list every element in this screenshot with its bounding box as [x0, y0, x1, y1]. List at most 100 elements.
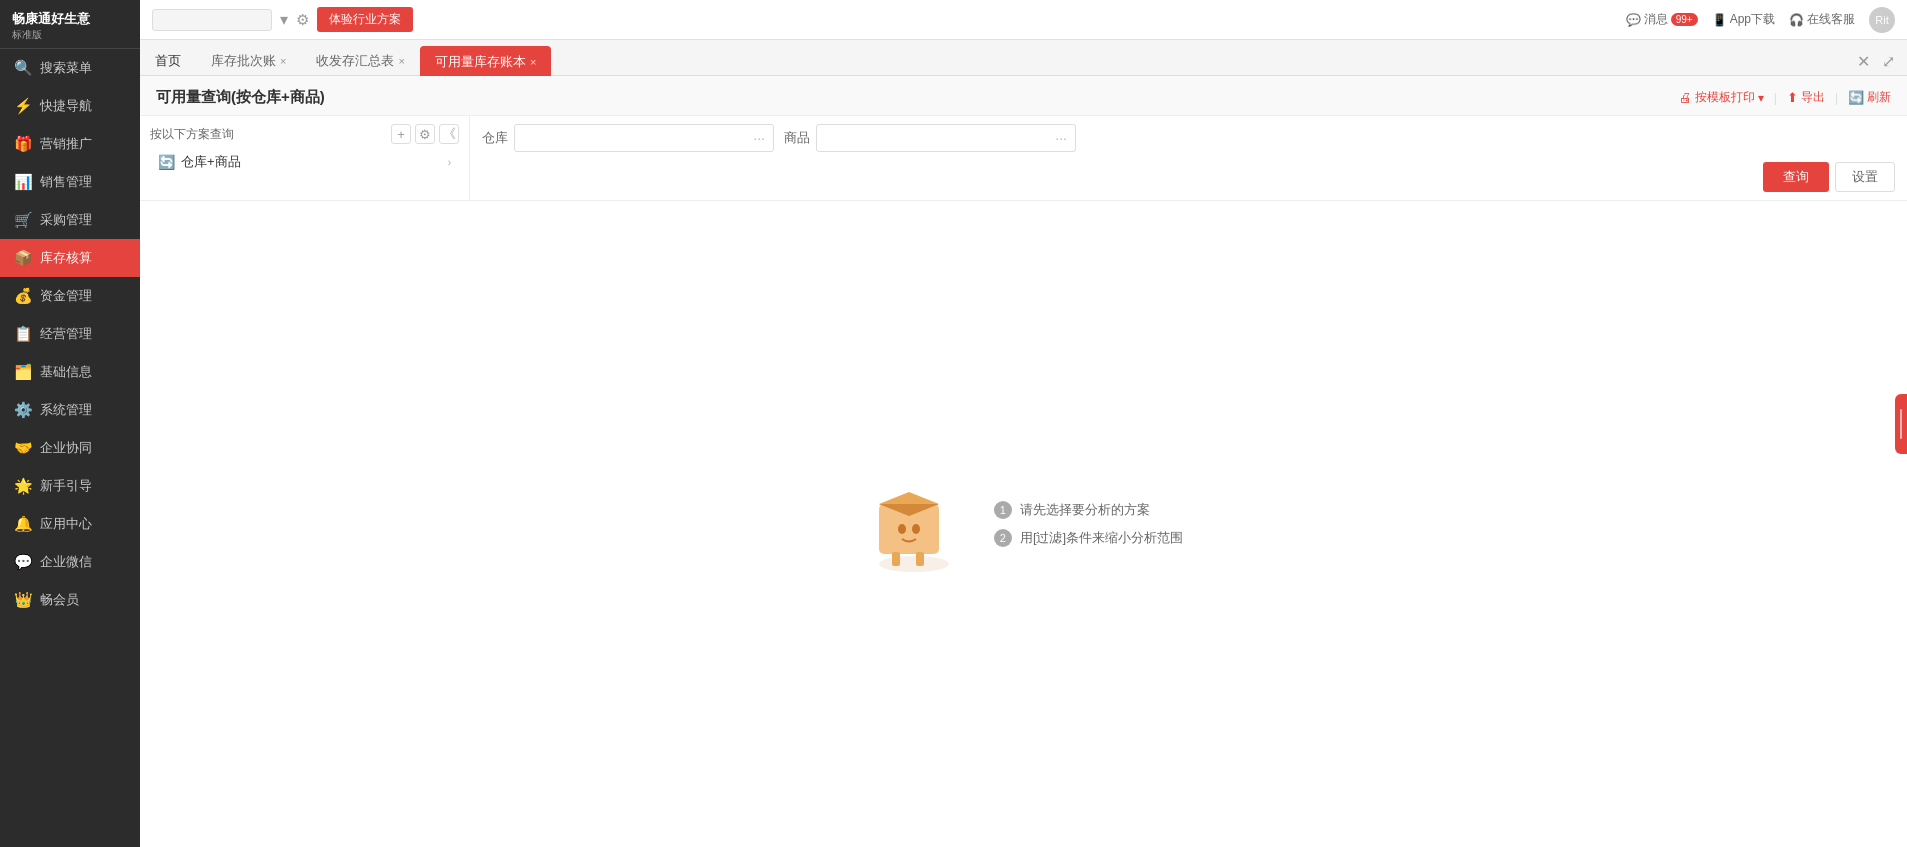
message-badge: 99+ — [1671, 13, 1698, 26]
tab-inventory-summary[interactable]: 收发存汇总表 × — [301, 45, 419, 75]
tab-available-ledger[interactable]: 可用量库存账本 × — [420, 46, 551, 76]
face-eye-left — [898, 524, 906, 534]
close-inventory-summary-icon[interactable]: × — [398, 55, 404, 67]
close-batch-account-icon[interactable]: × — [280, 55, 286, 67]
sidebar: 畅康通好生意 标准版 🔍搜索菜单⚡快捷导航🎁营销推广📊销售管理🛒采购管理📦库存核… — [0, 0, 140, 847]
setting-btn[interactable]: 设置 — [1835, 162, 1895, 192]
sidebar-label-shortcut: 快捷导航 — [40, 97, 92, 115]
export-btn[interactable]: ⬆ 导出 — [1787, 89, 1825, 106]
sidebar-label-member: 畅会员 — [40, 591, 79, 609]
collapse-scheme-btn[interactable]: 《 — [439, 124, 459, 144]
sidebar-item-finance[interactable]: 💰资金管理 — [0, 277, 140, 315]
tab-bar: 首页 库存批次账 × 收发存汇总表 × 可用量库存账本 × ✕ ⤢ — [140, 40, 1907, 76]
filter-scheme-panel: 按以下方案查询 + ⚙ 《 🔄 仓库+商品 › — [140, 116, 470, 200]
sidebar-icon-purchase: 🛒 — [14, 211, 32, 229]
content-header: 可用量查询(按仓库+商品) 🖨 按模板打印 ▾ | ⬆ 导出 | 🔄 刷新 — [140, 76, 1907, 116]
tab-batch-account[interactable]: 库存批次账 × — [196, 45, 301, 75]
sidebar-label-basics: 基础信息 — [40, 363, 92, 381]
sidebar-item-cooperation[interactable]: 🤝企业协同 — [0, 429, 140, 467]
close-available-ledger-icon[interactable]: × — [530, 56, 536, 68]
scheme-item-warehouse-product[interactable]: 🔄 仓库+商品 › — [150, 148, 459, 176]
sidebar-icon-guide: 🌟 — [14, 477, 32, 495]
industry-btn[interactable]: 体验行业方案 — [317, 7, 413, 32]
filter-action-btns: 查询 设置 — [1763, 162, 1895, 192]
main-area: ▾ ⚙ 体验行业方案 💬 消息 99+ 📱 App下载 🎧 在线客服 Rit 首… — [140, 0, 1907, 847]
print-btn[interactable]: 🖨 按模板打印 ▾ — [1679, 89, 1764, 106]
product-input[interactable]: ··· — [816, 124, 1076, 152]
app-icon: 📱 — [1712, 13, 1727, 27]
scheme-label: 按以下方案查询 — [150, 126, 234, 143]
message-btn[interactable]: 💬 消息 99+ — [1626, 11, 1698, 28]
sidebar-item-operations[interactable]: 📋经营管理 — [0, 315, 140, 353]
refresh-btn[interactable]: 🔄 刷新 — [1848, 89, 1891, 106]
sidebar-icon-basics: 🗂️ — [14, 363, 32, 381]
filter-row-1: 仓库 ··· 商品 ··· — [482, 124, 1895, 152]
sidebar-label-inventory: 库存核算 — [40, 249, 92, 267]
print-dropdown-icon[interactable]: ▾ — [1758, 91, 1764, 105]
message-icon: 💬 — [1626, 13, 1641, 27]
sidebar-nav: 🔍搜索菜单⚡快捷导航🎁营销推广📊销售管理🛒采购管理📦库存核算💰资金管理📋经营管理… — [0, 49, 140, 847]
page-title: 可用量查询(按仓库+商品) — [156, 88, 325, 107]
sidebar-item-system[interactable]: ⚙️ 系统管理 — [0, 391, 140, 429]
avatar[interactable]: Rit — [1869, 7, 1895, 33]
tab-available-ledger-label: 可用量库存账本 — [435, 53, 526, 71]
export-icon: ⬆ — [1787, 90, 1798, 105]
gear-icon[interactable]: ⚙ — [296, 11, 309, 29]
print-label: 按模板打印 — [1695, 89, 1755, 106]
sidebar-item-marketing-promo[interactable]: 🎁营销推广 — [0, 125, 140, 163]
sidebar-item-shortcut[interactable]: ⚡快捷导航 — [0, 87, 140, 125]
content-actions: 🖨 按模板打印 ▾ | ⬆ 导出 | 🔄 刷新 — [1679, 89, 1891, 106]
sidebar-label-operations: 经营管理 — [40, 325, 92, 343]
filter-scheme-header: 按以下方案查询 + ⚙ 《 — [150, 124, 459, 144]
right-edge-handle[interactable] — [1895, 394, 1907, 454]
sidebar-item-inventory[interactable]: 📦库存核算 — [0, 239, 140, 277]
filter-field-product: 商品 ··· — [784, 124, 1076, 152]
leg-left — [892, 552, 900, 566]
app-download-label: App下载 — [1730, 11, 1775, 28]
sidebar-icon-search: 🔍 — [14, 59, 32, 77]
sidebar-item-appstore[interactable]: 🔔应用中心 — [0, 505, 140, 543]
topbar-right: 💬 消息 99+ 📱 App下载 🎧 在线客服 Rit — [1626, 7, 1895, 33]
sidebar-item-member[interactable]: 👑畅会员 — [0, 581, 140, 619]
export-label: 导出 — [1801, 89, 1825, 106]
tab-home-label: 首页 — [155, 52, 181, 70]
tab-inventory-summary-label: 收发存汇总表 — [316, 52, 394, 70]
settings-scheme-btn[interactable]: ⚙ — [415, 124, 435, 144]
online-service-btn[interactable]: 🎧 在线客服 — [1789, 11, 1855, 28]
sidebar-item-sales[interactable]: 📊销售管理 — [0, 163, 140, 201]
empty-svg — [864, 474, 964, 574]
filter-field-warehouse: 仓库 ··· — [482, 124, 774, 152]
tip-text-1: 请先选择要分析的方案 — [1020, 501, 1150, 519]
empty-illustration — [864, 474, 964, 574]
sidebar-label-appstore: 应用中心 — [40, 515, 92, 533]
app-download-btn[interactable]: 📱 App下载 — [1712, 11, 1775, 28]
sidebar-label-system: 系统管理 — [40, 401, 92, 419]
sidebar-item-purchase[interactable]: 🛒采购管理 — [0, 201, 140, 239]
scheme-header-actions: + ⚙ 《 — [391, 124, 459, 144]
product-more-icon[interactable]: ··· — [1055, 130, 1067, 146]
topbar-search — [152, 9, 272, 31]
search-input[interactable] — [152, 9, 272, 31]
sidebar-item-basics[interactable]: 🗂️ 基础信息 — [0, 353, 140, 391]
refresh-icon: 🔄 — [1848, 90, 1864, 105]
sidebar-item-search[interactable]: 🔍搜索菜单 — [0, 49, 140, 87]
warehouse-more-icon[interactable]: ··· — [753, 130, 765, 146]
tab-home[interactable]: 首页 — [140, 45, 196, 75]
content-area: 可用量查询(按仓库+商品) 🖨 按模板打印 ▾ | ⬆ 导出 | 🔄 刷新 — [140, 76, 1907, 847]
close-tab-btn[interactable]: ✕ — [1853, 48, 1874, 75]
sidebar-icon-system: ⚙️ — [14, 401, 32, 419]
tabs-right-controls: ✕ ⤢ — [1853, 48, 1907, 75]
warehouse-label: 仓库 — [482, 129, 508, 147]
sidebar-item-guide[interactable]: 🌟新手引导 — [0, 467, 140, 505]
sidebar-item-wechat[interactable]: 💬企业微信 — [0, 543, 140, 581]
expand-tab-btn[interactable]: ⤢ — [1878, 48, 1899, 75]
add-scheme-btn[interactable]: + — [391, 124, 411, 144]
scheme-item-icon: 🔄 — [158, 154, 175, 170]
warehouse-input[interactable]: ··· — [514, 124, 774, 152]
sidebar-label-cooperation: 企业协同 — [40, 439, 92, 457]
dropdown-icon[interactable]: ▾ — [280, 10, 288, 29]
topbar: ▾ ⚙ 体验行业方案 💬 消息 99+ 📱 App下载 🎧 在线客服 Rit — [140, 0, 1907, 40]
tip-text-2: 用[过滤]条件来缩小分析范围 — [1020, 529, 1183, 547]
empty-tip-1: 1 请先选择要分析的方案 — [994, 501, 1183, 519]
query-btn[interactable]: 查询 — [1763, 162, 1829, 192]
